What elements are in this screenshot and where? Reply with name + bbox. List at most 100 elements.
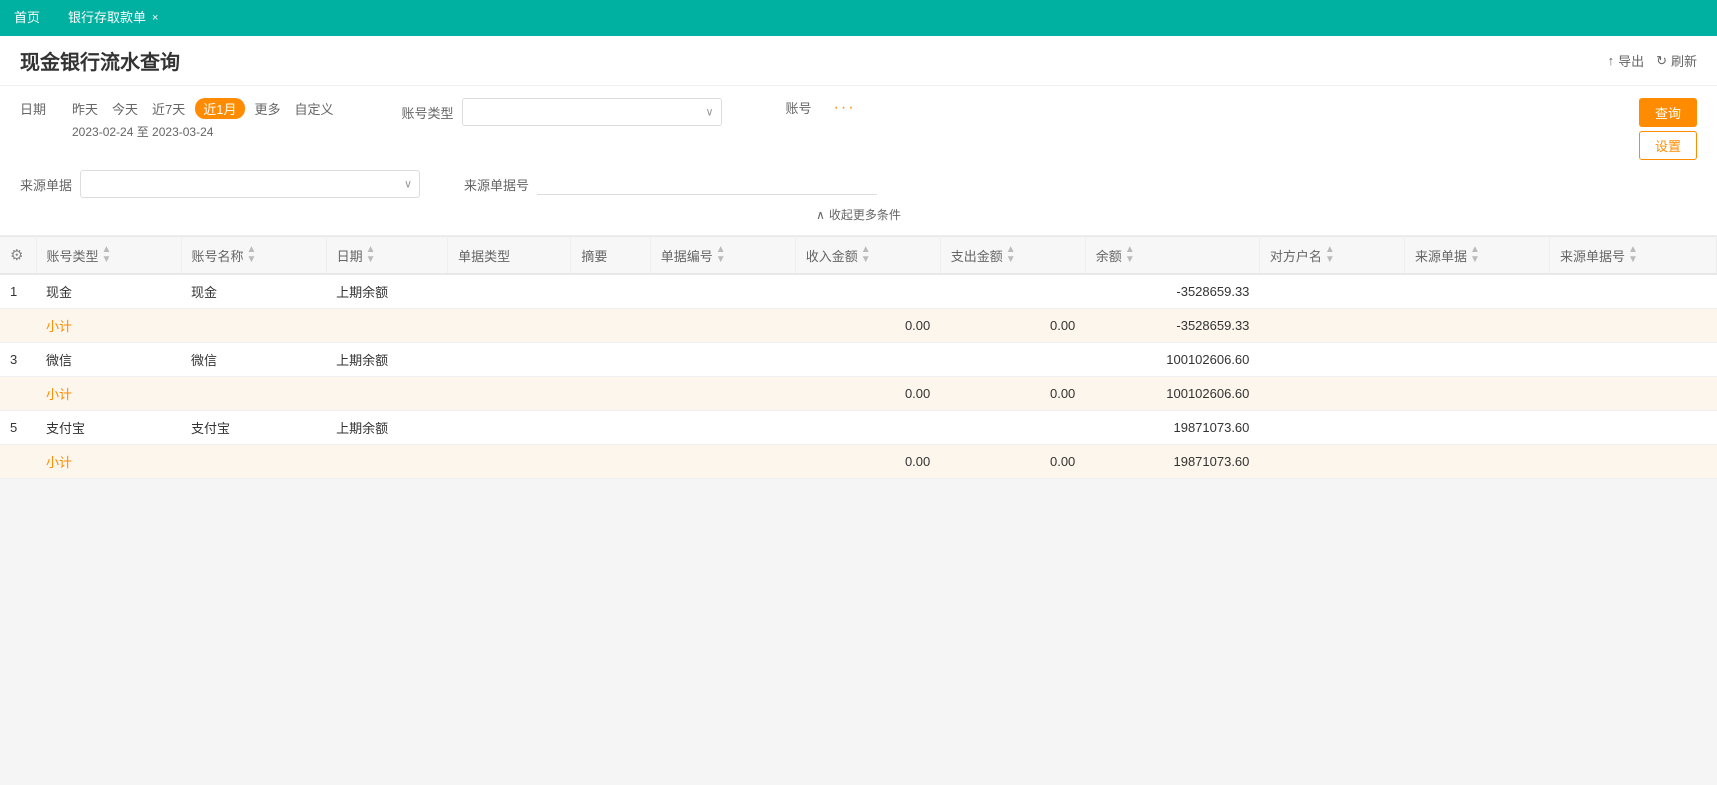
th-account_type[interactable]: 账号类型▲▼ [36, 237, 181, 275]
cell-income-row2: 0.00 [795, 309, 940, 343]
export-label: 导出 [1618, 51, 1644, 70]
header-actions: ↑ 导出 ↻ 刷新 [1608, 51, 1697, 70]
table-row: 1现金现金上期余额-3528659.33 [0, 274, 1717, 309]
cell-doc_no-row4 [650, 377, 795, 411]
table-row: 小计0.000.00100102606.60 [0, 377, 1717, 411]
cell-balance-row4: 100102606.60 [1085, 377, 1259, 411]
date-option-昨天[interactable]: 昨天 [68, 98, 102, 119]
cell-source_doc-row4 [1404, 377, 1549, 411]
cell-balance-row2: -3528659.33 [1085, 309, 1259, 343]
nav-tab-银行存取款单[interactable]: 银行存取款单× [54, 0, 198, 36]
th-label-income: 收入金额 [806, 246, 858, 265]
th-source_doc[interactable]: 来源单据▲▼ [1404, 237, 1549, 275]
cell-expense-row5 [940, 411, 1085, 445]
sort-icon-date: ▲▼ [366, 245, 376, 265]
cell-account_name-row4 [181, 377, 326, 411]
refresh-icon: ↻ [1656, 53, 1667, 69]
cell-source_doc-row2 [1404, 309, 1549, 343]
cell-income-row4: 0.00 [795, 377, 940, 411]
query-button[interactable]: 查询 [1639, 98, 1697, 127]
date-option-今天[interactable]: 今天 [108, 98, 142, 119]
cell-expense-row4: 0.00 [940, 377, 1085, 411]
collapse-label: 收起更多条件 [829, 206, 901, 223]
table-row: 小计0.000.00-3528659.33 [0, 309, 1717, 343]
th-label-doc_type: 单据类型 [458, 249, 510, 264]
table-row: 5支付宝支付宝上期余额19871073.60 [0, 411, 1717, 445]
table-row: 小计0.000.0019871073.60 [0, 445, 1717, 479]
cell-counterparty-row1 [1259, 274, 1404, 309]
date-option-近7天[interactable]: 近7天 [148, 98, 189, 119]
sort-icon-source_doc_no: ▲▼ [1628, 245, 1638, 265]
sort-icon-balance: ▲▼ [1125, 245, 1135, 265]
cell-source_doc_no-row2 [1549, 309, 1716, 343]
nav-home[interactable]: 首页 [0, 0, 54, 36]
export-icon: ↑ [1608, 53, 1615, 68]
cell-income-row1 [795, 274, 940, 309]
date-option-更多[interactable]: 更多 [251, 98, 285, 119]
cell-income-row3 [795, 343, 940, 377]
cell-doc_type-row2 [448, 309, 571, 343]
export-button[interactable]: ↑ 导出 [1608, 51, 1645, 70]
th-label-source_doc_no: 来源单据号 [1560, 246, 1625, 265]
cell-source_doc_no-row4 [1549, 377, 1716, 411]
date-option-自定义[interactable]: 自定义 [291, 98, 338, 119]
sort-icon-income: ▲▼ [861, 245, 871, 265]
table-head: ⚙账号类型▲▼账号名称▲▼日期▲▼单据类型摘要单据编号▲▼收入金额▲▼支出金额▲… [0, 237, 1717, 275]
collapse-button[interactable]: ∧ 收起更多条件 [816, 206, 901, 223]
cell-source_doc-row1 [1404, 274, 1549, 309]
cell-num-row3: 3 [0, 343, 36, 377]
cell-source_doc_no-row6 [1549, 445, 1716, 479]
cell-expense-row6: 0.00 [940, 445, 1085, 479]
cell-doc_type-row3 [448, 343, 571, 377]
account-dots-button[interactable]: ··· [834, 99, 856, 117]
settings-button[interactable]: 设置 [1639, 131, 1697, 160]
cell-expense-row1 [940, 274, 1085, 309]
nav-close-icon[interactable]: × [152, 0, 158, 36]
th-counterparty[interactable]: 对方户名▲▼ [1259, 237, 1404, 275]
nav-tabs: 收款单×付款单×其他收入单×应收应付调整单×银行存取款单×预收冲应收单×收款核销… [54, 0, 198, 36]
source-doc-no-input[interactable] [537, 173, 877, 195]
table-area: ⚙账号类型▲▼账号名称▲▼日期▲▼单据类型摘要单据编号▲▼收入金额▲▼支出金额▲… [0, 236, 1717, 479]
cell-source_doc-row5 [1404, 411, 1549, 445]
page-title: 现金银行流水查询 [20, 46, 180, 75]
date-label: 日期 [20, 99, 60, 118]
cell-balance-row1: -3528659.33 [1085, 274, 1259, 309]
cell-account_type-row1: 现金 [36, 274, 181, 309]
th-source_doc_no[interactable]: 来源单据号▲▼ [1549, 237, 1716, 275]
cell-summary-row1 [571, 274, 650, 309]
cell-counterparty-row2 [1259, 309, 1404, 343]
cell-doc_type-row6 [448, 445, 571, 479]
th-label-date: 日期 [337, 246, 363, 265]
cell-date-row6 [326, 445, 448, 479]
th-settings: ⚙ [0, 237, 36, 275]
table-settings-icon[interactable]: ⚙ [10, 247, 23, 264]
cell-counterparty-row4 [1259, 377, 1404, 411]
th-income[interactable]: 收入金额▲▼ [795, 237, 940, 275]
sort-icon-counterparty: ▲▼ [1325, 245, 1335, 265]
top-navigation: 首页 收款单×付款单×其他收入单×应收应付调整单×银行存取款单×预收冲应收单×收… [0, 0, 1717, 36]
cell-doc_no-row5 [650, 411, 795, 445]
cell-expense-row2: 0.00 [940, 309, 1085, 343]
table-row: 3微信微信上期余额100102606.60 [0, 343, 1717, 377]
th-account_name[interactable]: 账号名称▲▼ [181, 237, 326, 275]
date-option-近1月[interactable]: 近1月 [195, 98, 244, 119]
cell-balance-row5: 19871073.60 [1085, 411, 1259, 445]
th-doc_no[interactable]: 单据编号▲▼ [650, 237, 795, 275]
cell-date-row5: 上期余额 [326, 411, 448, 445]
cell-account_type-row4: 小计 [36, 377, 181, 411]
refresh-button[interactable]: ↻ 刷新 [1656, 51, 1697, 70]
cell-doc_type-row5 [448, 411, 571, 445]
cell-doc_no-row2 [650, 309, 795, 343]
cell-counterparty-row3 [1259, 343, 1404, 377]
cell-date-row2 [326, 309, 448, 343]
th-expense[interactable]: 支出金额▲▼ [940, 237, 1085, 275]
th-balance[interactable]: 余额▲▼ [1085, 237, 1259, 275]
th-date[interactable]: 日期▲▼ [326, 237, 448, 275]
account-type-select[interactable] [462, 98, 722, 126]
cell-account_type-row2: 小计 [36, 309, 181, 343]
source-doc-select[interactable] [80, 170, 420, 198]
cell-income-row5 [795, 411, 940, 445]
th-doc_type: 单据类型 [448, 237, 571, 275]
cell-date-row1: 上期余额 [326, 274, 448, 309]
cell-source_doc_no-row1 [1549, 274, 1716, 309]
